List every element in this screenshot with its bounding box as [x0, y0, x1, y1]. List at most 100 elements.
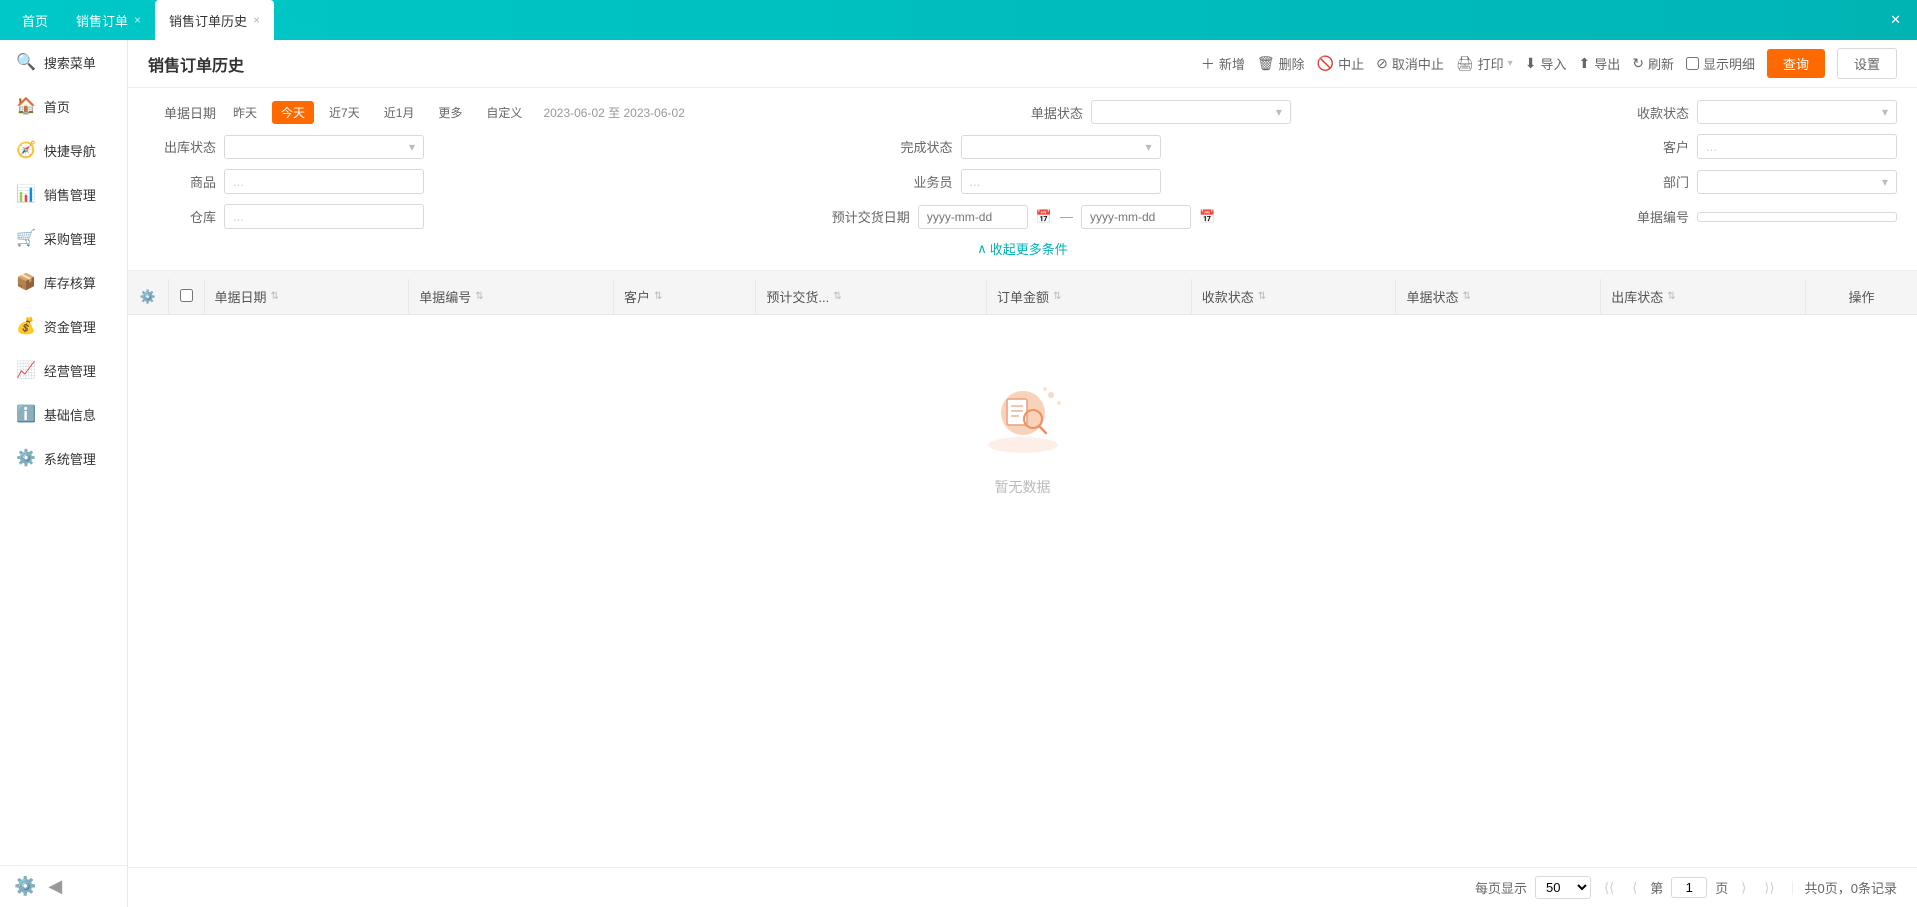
page-prev-button[interactable]: ⟨ — [1627, 878, 1642, 898]
warehouse-input[interactable]: ... — [224, 204, 424, 229]
sidebar-collapse-icon[interactable]: ◀ — [48, 876, 62, 897]
th-outbound-status-sort[interactable]: 出库状态 ⇅ — [1611, 287, 1795, 306]
th-receipt-status: 收款状态 ⇅ — [1191, 279, 1396, 315]
sidebar-item-basics[interactable]: ℹ️ 基础信息 — [0, 392, 127, 436]
th-expected-date-sort[interactable]: 预计交货... ⇅ — [766, 287, 976, 306]
sidebar-item-inventory[interactable]: 📦 库存核算 — [0, 260, 127, 304]
display-detail-toggle[interactable]: 显示明细 — [1686, 54, 1755, 73]
receipt-status-select[interactable]: ▾ — [1697, 100, 1897, 124]
sidebar: 🔍 搜索菜单 🏠 首页 🧭 快捷导航 📊 销售管理 🛒 采购管理 📦 库存核算 … — [0, 40, 128, 907]
sidebar-search[interactable]: 🔍 搜索菜单 — [0, 40, 127, 84]
status-filter-select[interactable]: ▾ — [1091, 100, 1291, 124]
date-btn-1month[interactable]: 近1月 — [375, 101, 424, 124]
date-btn-today[interactable]: 今天 — [272, 101, 314, 124]
stop-button[interactable]: 🚫 中止 — [1317, 54, 1364, 73]
th-date: 单据日期 ⇅ — [204, 279, 409, 315]
date-filter-group: 昨天 今天 近7天 近1月 更多 自定义 2023-06-02 至 2023-0… — [224, 101, 685, 124]
goods-input[interactable]: ... — [224, 169, 424, 194]
sidebar-item-quicknav-label: 快捷导航 — [44, 141, 96, 160]
date-btn-more[interactable]: 更多 — [429, 101, 471, 124]
department-select[interactable]: ▾ — [1697, 170, 1897, 194]
page-first-button[interactable]: ⟨⟨ — [1599, 878, 1619, 898]
empty-illustration — [973, 375, 1073, 465]
print-button[interactable]: 🖨 打印 ▾ — [1456, 54, 1513, 73]
th-order-num-sort[interactable]: 单据编号 ⇅ — [419, 287, 603, 306]
salesman-input[interactable]: ... — [961, 169, 1161, 194]
date-separator: — — [1060, 209, 1073, 224]
expected-date-to-calendar-icon[interactable]: 📅 — [1199, 209, 1215, 225]
tab-sales-history[interactable]: 销售订单历史 × — [155, 0, 274, 40]
th-date-sort[interactable]: 单据日期 ⇅ — [215, 287, 399, 306]
refresh-button[interactable]: ↻ 刷新 — [1632, 54, 1674, 73]
receipt-status-arrow: ▾ — [1882, 105, 1888, 119]
tab-home[interactable]: 首页 — [8, 0, 62, 40]
main-layout: 🔍 搜索菜单 🏠 首页 🧭 快捷导航 📊 销售管理 🛒 采购管理 📦 库存核算 … — [0, 40, 1917, 907]
expected-date-from[interactable] — [918, 205, 1028, 229]
sidebar-item-management[interactable]: 📈 经营管理 — [0, 348, 127, 392]
empty-state: 暂无数据 — [128, 315, 1917, 557]
tab-sales-history-label: 销售订单历史 — [169, 11, 247, 30]
filter-row-3: 商品 ... 业务员 ... 部门 ▾ — [148, 169, 1897, 194]
status-filter-arrow: ▾ — [1276, 105, 1282, 119]
sidebar-item-sales-label: 销售管理 — [44, 185, 96, 204]
collapse-filter-link[interactable]: ∧ 收起更多条件 — [148, 239, 1897, 258]
th-expected-date: 预计交货... ⇅ — [756, 279, 987, 315]
tab-sales-order[interactable]: 销售订单 × — [62, 0, 155, 40]
th-doc-status-sort[interactable]: 单据状态 ⇅ — [1406, 287, 1590, 306]
settings-button[interactable]: 设置 — [1837, 48, 1897, 79]
th-amount-sort[interactable]: 订单金额 ⇅ — [997, 287, 1181, 306]
new-icon: ＋ — [1201, 54, 1215, 74]
sidebar-item-sales[interactable]: 📊 销售管理 — [0, 172, 127, 216]
outbound-status-select[interactable]: ▾ — [224, 135, 424, 159]
date-btn-7days[interactable]: 近7天 — [320, 101, 369, 124]
customer-label: 客户 — [1621, 137, 1689, 156]
select-all-checkbox[interactable] — [180, 289, 193, 302]
export-button[interactable]: ⬆ 导出 — [1578, 54, 1620, 73]
table-body: 暂无数据 — [128, 315, 1917, 558]
window-close-icon[interactable]: ✕ — [1890, 12, 1901, 28]
display-detail-checkbox[interactable] — [1686, 57, 1699, 70]
tab-home-label: 首页 — [22, 11, 48, 30]
tab-sales-order-close[interactable]: × — [134, 13, 141, 27]
sidebar-item-system[interactable]: ⚙️ 系统管理 — [0, 436, 127, 480]
sidebar-item-finance[interactable]: 💰 资金管理 — [0, 304, 127, 348]
cancel-stop-button[interactable]: ⊘ 取消中止 — [1376, 54, 1444, 73]
column-settings-icon[interactable]: ⚙️ — [140, 289, 156, 304]
date-btn-yesterday[interactable]: 昨天 — [224, 101, 266, 124]
new-button[interactable]: ＋ 新增 — [1201, 54, 1245, 74]
filter-row-1: 单据日期 昨天 今天 近7天 近1月 更多 自定义 2023-06-02 至 2… — [148, 100, 1897, 124]
refresh-icon: ↻ — [1632, 55, 1644, 72]
sort-outbound-icon: ⇅ — [1667, 291, 1675, 302]
customer-input-placeholder: ... — [1706, 139, 1717, 154]
expected-date-from-calendar-icon[interactable]: 📅 — [1036, 209, 1052, 225]
order-num-input[interactable] — [1697, 212, 1897, 222]
page-next-button[interactable]: ⟩ — [1736, 878, 1751, 898]
date-filter-label: 单据日期 — [148, 103, 216, 122]
outbound-status-arrow: ▾ — [409, 140, 415, 154]
expected-date-to[interactable] — [1081, 205, 1191, 229]
complete-status-label: 完成状态 — [885, 137, 953, 156]
date-btn-custom[interactable]: 自定义 — [477, 101, 531, 124]
delete-button[interactable]: 🗑 删除 — [1257, 54, 1305, 73]
page-number-input[interactable] — [1671, 877, 1707, 898]
query-button[interactable]: 查询 — [1767, 49, 1825, 78]
th-customer-sort[interactable]: 客户 ⇅ — [624, 287, 745, 306]
toolbar: ＋ 新增 🗑 删除 🚫 中止 ⊘ 取消中止 🖨 打印 — [1201, 48, 1897, 79]
top-bar: 首页 销售订单 × 销售订单历史 × ✕ — [0, 0, 1917, 40]
page-last-button[interactable]: ⟩⟩ — [1759, 878, 1779, 898]
customer-input[interactable]: ... — [1697, 134, 1897, 159]
cancel-stop-icon: ⊘ — [1376, 55, 1388, 72]
complete-status-select[interactable]: ▾ — [961, 135, 1161, 159]
data-table: ⚙️ 单据日期 ⇅ 单据编号 — [128, 279, 1917, 557]
th-receipt-status-sort[interactable]: 收款状态 ⇅ — [1202, 287, 1386, 306]
sidebar-settings-icon[interactable]: ⚙️ — [14, 876, 36, 897]
page-label-before: 第 — [1650, 878, 1663, 897]
sidebar-item-purchase[interactable]: 🛒 采购管理 — [0, 216, 127, 260]
sidebar-item-quicknav[interactable]: 🧭 快捷导航 — [0, 128, 127, 172]
sidebar-item-management-label: 经营管理 — [44, 361, 96, 380]
goods-input-placeholder: ... — [233, 174, 244, 189]
page-size-select[interactable]: 50 100 200 — [1535, 876, 1591, 899]
import-button[interactable]: ⬇ 导入 — [1525, 54, 1567, 73]
tab-sales-history-close[interactable]: × — [253, 13, 260, 27]
sidebar-item-home[interactable]: 🏠 首页 — [0, 84, 127, 128]
